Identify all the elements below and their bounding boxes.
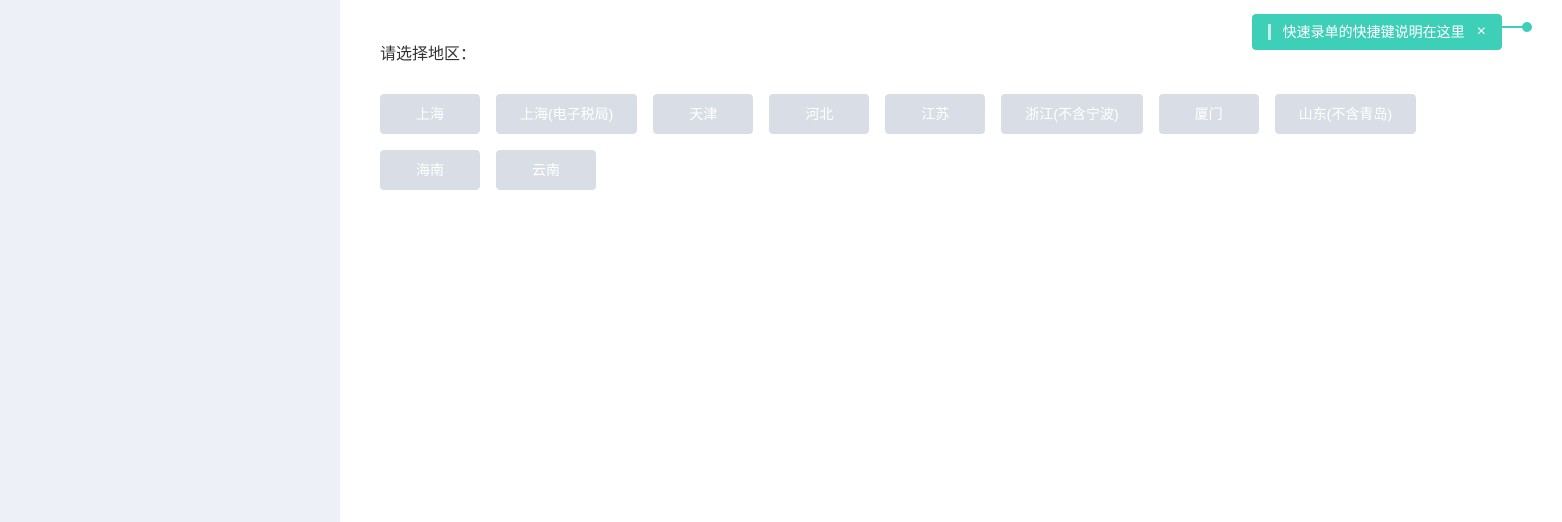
tooltip-bar xyxy=(1268,24,1271,40)
region-button[interactable]: 河北 xyxy=(769,94,869,134)
sidebar xyxy=(0,0,340,522)
region-button[interactable]: 浙江(不含宁波) xyxy=(1001,94,1142,134)
main-content: 请选择地区： 上海上海(电子税局)天津河北江苏浙江(不含宁波)厦门山东(不含青岛… xyxy=(340,0,1562,522)
region-button[interactable]: 天津 xyxy=(653,94,753,134)
region-buttons: 上海上海(电子税局) 天津河北江苏浙江(不含宁波) 厦门山东(不含青岛) 海南云南 xyxy=(380,94,1522,190)
tooltip-text: 快速录单的快捷键说明在这里 xyxy=(1283,22,1465,42)
region-button[interactable]: 厦门 xyxy=(1159,94,1259,134)
region-button[interactable]: 山东(不含青岛) xyxy=(1275,94,1416,134)
region-button[interactable]: 云南 xyxy=(496,150,596,190)
region-button[interactable]: 海南 xyxy=(380,150,480,190)
region-button[interactable]: 江苏 xyxy=(885,94,985,134)
tooltip-close-icon[interactable]: × xyxy=(1477,24,1486,40)
tooltip-dot xyxy=(1522,22,1532,32)
region-button[interactable]: 上海 xyxy=(380,94,480,134)
tooltip-banner: 快速录单的快捷键说明在这里 × xyxy=(1252,14,1502,50)
region-button[interactable]: 上海(电子税局) xyxy=(496,94,637,134)
